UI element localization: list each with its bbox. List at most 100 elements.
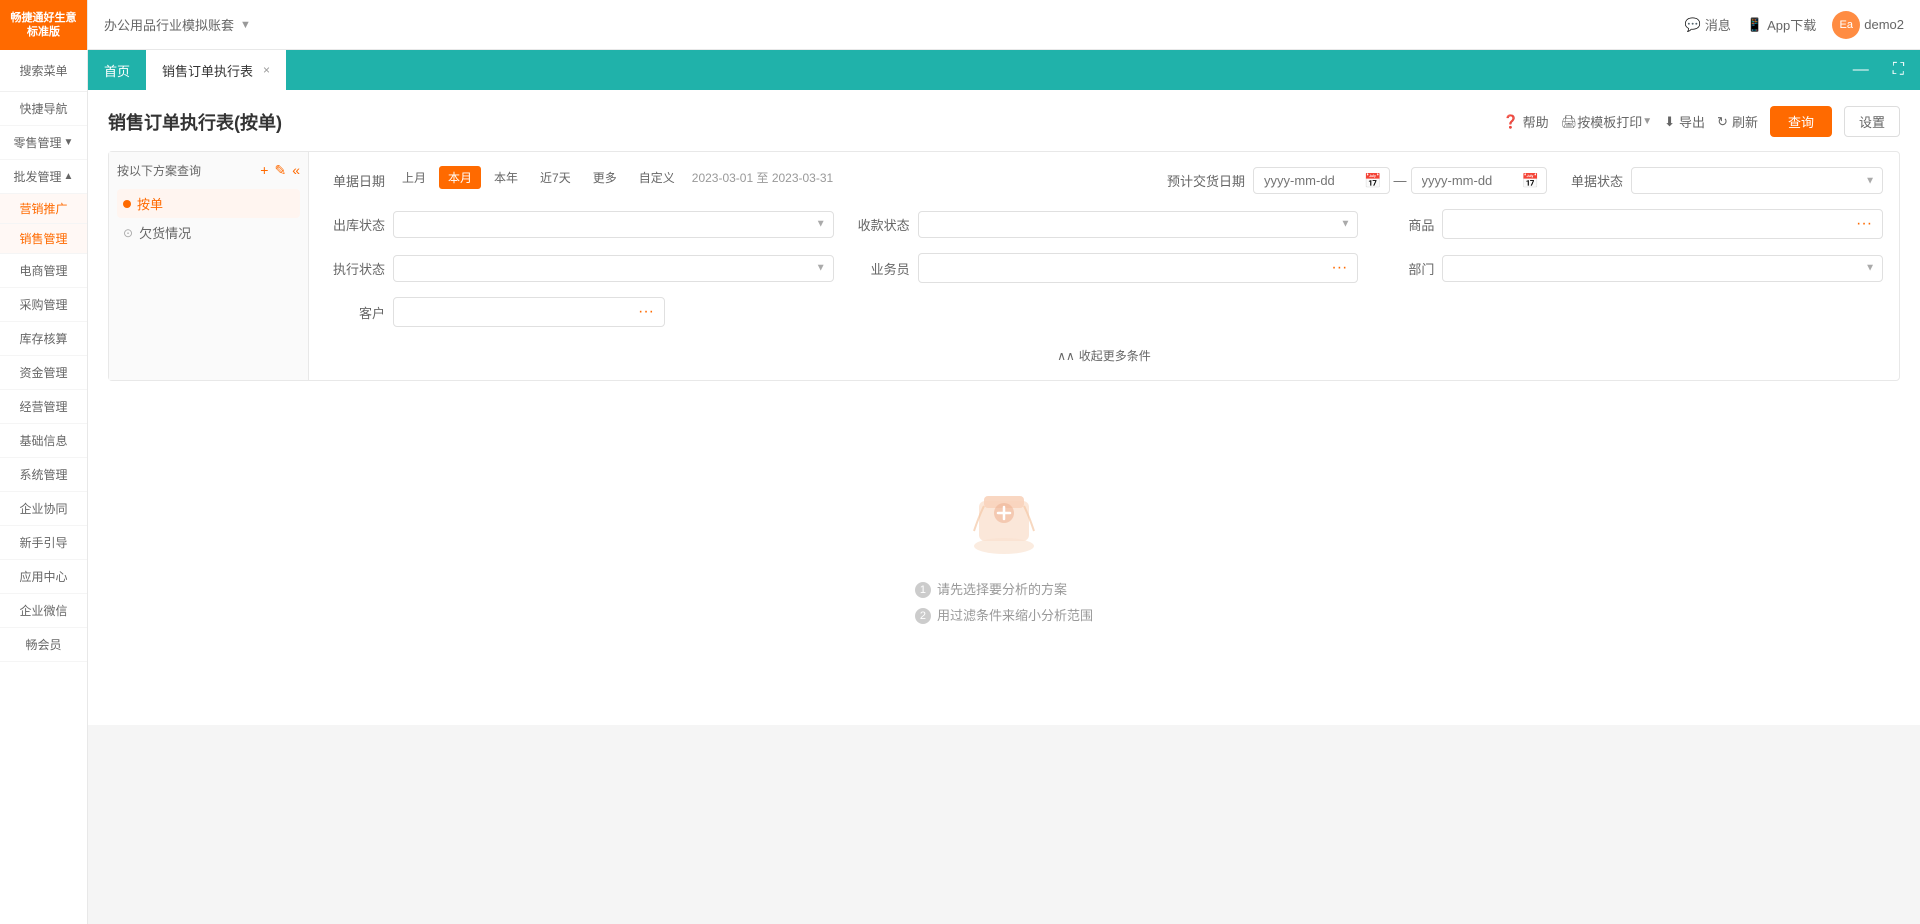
retail-arrow-icon: ▼: [64, 137, 74, 148]
sidebar-logo: 畅捷通好生意 标准版: [0, 0, 87, 50]
tab-minimize-button[interactable]: —: [1845, 61, 1877, 79]
sidebar-item-enterprise[interactable]: 企业协同: [0, 492, 87, 526]
breadcrumb-dropdown-icon[interactable]: ▼: [240, 19, 251, 31]
order-status-label: 单据状态: [1563, 171, 1623, 190]
date-btn-7days[interactable]: 近7天: [531, 166, 580, 189]
sidebar-item-wechat[interactable]: 企业微信: [0, 594, 87, 628]
collapse-button[interactable]: ∧∧ 收起更多条件: [1057, 347, 1151, 364]
expected-date-end-icon: 📅: [1522, 172, 1539, 189]
salesman-input[interactable]: [929, 261, 1332, 276]
filter-edit-icon[interactable]: ✎: [274, 162, 286, 179]
logo-text: 畅捷通好生意 标准版: [11, 11, 77, 40]
filter-scheme-qianHuo[interactable]: ⊙ 欠货情况: [117, 218, 300, 247]
tab-close-icon[interactable]: ×: [263, 63, 270, 77]
app-download-icon: 📱: [1747, 17, 1763, 33]
warehouse-status-select[interactable]: [393, 211, 834, 238]
sidebar-item-wholesale[interactable]: 批发管理 ▲: [0, 160, 87, 194]
date-btn-last-month[interactable]: 上月: [393, 166, 435, 189]
search-menu-button[interactable]: 搜索菜单: [6, 58, 81, 83]
sidebar-item-basic[interactable]: 基础信息: [0, 424, 87, 458]
filter-field-goods: 商品 ···: [1374, 209, 1883, 239]
collapse-up-icon: ∧∧: [1057, 349, 1075, 363]
date-range-text: 2023-03-01 至 2023-03-31: [692, 169, 833, 186]
date-btn-this-month[interactable]: 本月: [439, 166, 481, 189]
tab-home[interactable]: 首页: [88, 50, 146, 90]
filter-field-warehouse-status: 出库状态: [325, 211, 834, 238]
payment-status-select[interactable]: [918, 211, 1359, 238]
filter-scheme-anDan[interactable]: 按单: [117, 189, 300, 218]
avatar: Ea: [1832, 11, 1860, 39]
message-button[interactable]: 💬 消息: [1685, 15, 1731, 34]
query-button[interactable]: 查询: [1770, 106, 1832, 137]
filter-field-date: 单据日期 上月 本月 本年 近7天 更多 自定义 2023-03-01 至 20…: [325, 166, 1151, 195]
date-btn-more[interactable]: 更多: [584, 166, 626, 189]
filter-scheme-title: 按以下方案查询: [117, 162, 201, 179]
filter-fields-panel: 单据日期 上月 本月 本年 近7天 更多 自定义 2023-03-01 至 20…: [309, 152, 1899, 380]
customer-input-wrapper: ···: [393, 297, 665, 327]
collapse-label: 收起更多条件: [1079, 347, 1151, 364]
help-button[interactable]: ❓ 帮助: [1502, 112, 1548, 131]
department-select[interactable]: [1442, 255, 1883, 282]
date-btn-this-year[interactable]: 本年: [485, 166, 527, 189]
main-area: 办公用品行业模拟账套 ▼ 💬 消息 📱 App下载 Ea demo2 首页: [88, 0, 1920, 924]
sidebar-item-operation[interactable]: 经营管理: [0, 390, 87, 424]
print-label[interactable]: 按模板打印: [1577, 112, 1642, 131]
filter-field-order-status: 单据状态: [1563, 167, 1883, 194]
sidebar-item-retail[interactable]: 零售管理 ▼: [0, 126, 87, 160]
sidebar-item-quick-nav[interactable]: 快捷导航: [0, 92, 87, 126]
sidebar-item-appstore[interactable]: 应用中心: [0, 560, 87, 594]
tab-maximize-button[interactable]: ⛶: [1885, 61, 1912, 79]
wholesale-arrow-icon: ▲: [64, 171, 74, 182]
print-dropdown-icon[interactable]: ▼: [1642, 116, 1652, 127]
date-btn-custom[interactable]: 自定义: [630, 166, 684, 189]
payment-status-label: 收款状态: [850, 215, 910, 234]
customer-dots[interactable]: ···: [638, 303, 654, 321]
scheme-label-anDan: 按单: [137, 194, 163, 213]
department-label: 部门: [1374, 259, 1434, 278]
export-button[interactable]: ⬇ 导出: [1664, 112, 1705, 131]
message-label: 消息: [1705, 15, 1731, 34]
sidebar-search-section: 搜索菜单: [0, 50, 87, 92]
export-icon: ⬇: [1664, 114, 1675, 130]
help-icon: ❓: [1502, 114, 1518, 130]
filter-scheme-icons: + ✎ «: [260, 162, 300, 179]
sidebar-item-purchase[interactable]: 采购管理: [0, 288, 87, 322]
sidebar-item-ecommerce[interactable]: 电商管理: [0, 254, 87, 288]
breadcrumb-text: 办公用品行业模拟账套: [104, 15, 234, 34]
date-quick-select: 上月 本月 本年 近7天 更多 自定义 2023-03-01 至 2023-03…: [393, 166, 1151, 189]
sidebar-item-marketing[interactable]: 营销推广: [0, 194, 87, 224]
sidebar-item-finance[interactable]: 资金管理: [0, 356, 87, 390]
customer-label: 客户: [325, 303, 385, 322]
home-tab-label: 首页: [104, 61, 130, 80]
sidebar-item-sales[interactable]: 销售管理: [0, 224, 87, 254]
sidebar-item-inventory[interactable]: 库存核算: [0, 322, 87, 356]
sidebar-item-member[interactable]: 畅会员: [0, 628, 87, 662]
tab-sales-order-exec[interactable]: 销售订单执行表 ×: [146, 50, 286, 90]
date-label: 单据日期: [325, 171, 385, 190]
goods-dots[interactable]: ···: [1856, 215, 1872, 233]
empty-tip-2: 2 用过滤条件来缩小分析范围: [915, 603, 1093, 629]
settings-button[interactable]: 设置: [1844, 106, 1900, 137]
empty-state: 1 请先选择要分析的方案 2 用过滤条件来缩小分析范围: [108, 381, 1900, 709]
date-range-separator: —: [1394, 173, 1407, 188]
refresh-button[interactable]: ↻ 刷新: [1717, 112, 1758, 131]
user-name-label: demo2: [1864, 17, 1904, 32]
print-button-group: 🖨 按模板打印 ▼: [1561, 112, 1652, 131]
order-status-select[interactable]: [1631, 167, 1883, 194]
sidebar-item-newbie[interactable]: 新手引导: [0, 526, 87, 560]
filter-add-icon[interactable]: +: [260, 162, 268, 179]
goods-input[interactable]: [1453, 217, 1856, 232]
user-profile-button[interactable]: Ea demo2: [1832, 11, 1904, 39]
sidebar-item-system[interactable]: 系统管理: [0, 458, 87, 492]
customer-input[interactable]: [404, 305, 638, 320]
salesman-dots[interactable]: ···: [1331, 259, 1347, 277]
salesman-label: 业务员: [850, 259, 910, 278]
filter-collapse-icon[interactable]: «: [292, 162, 300, 179]
warehouse-status-label: 出库状态: [325, 215, 385, 234]
execute-status-label: 执行状态: [325, 259, 385, 278]
page-title: 销售订单执行表(按单): [108, 109, 282, 135]
app-download-button[interactable]: 📱 App下载: [1747, 15, 1816, 34]
goods-label: 商品: [1374, 215, 1434, 234]
order-status-select-wrapper: [1631, 167, 1883, 194]
execute-status-select[interactable]: [393, 255, 834, 282]
